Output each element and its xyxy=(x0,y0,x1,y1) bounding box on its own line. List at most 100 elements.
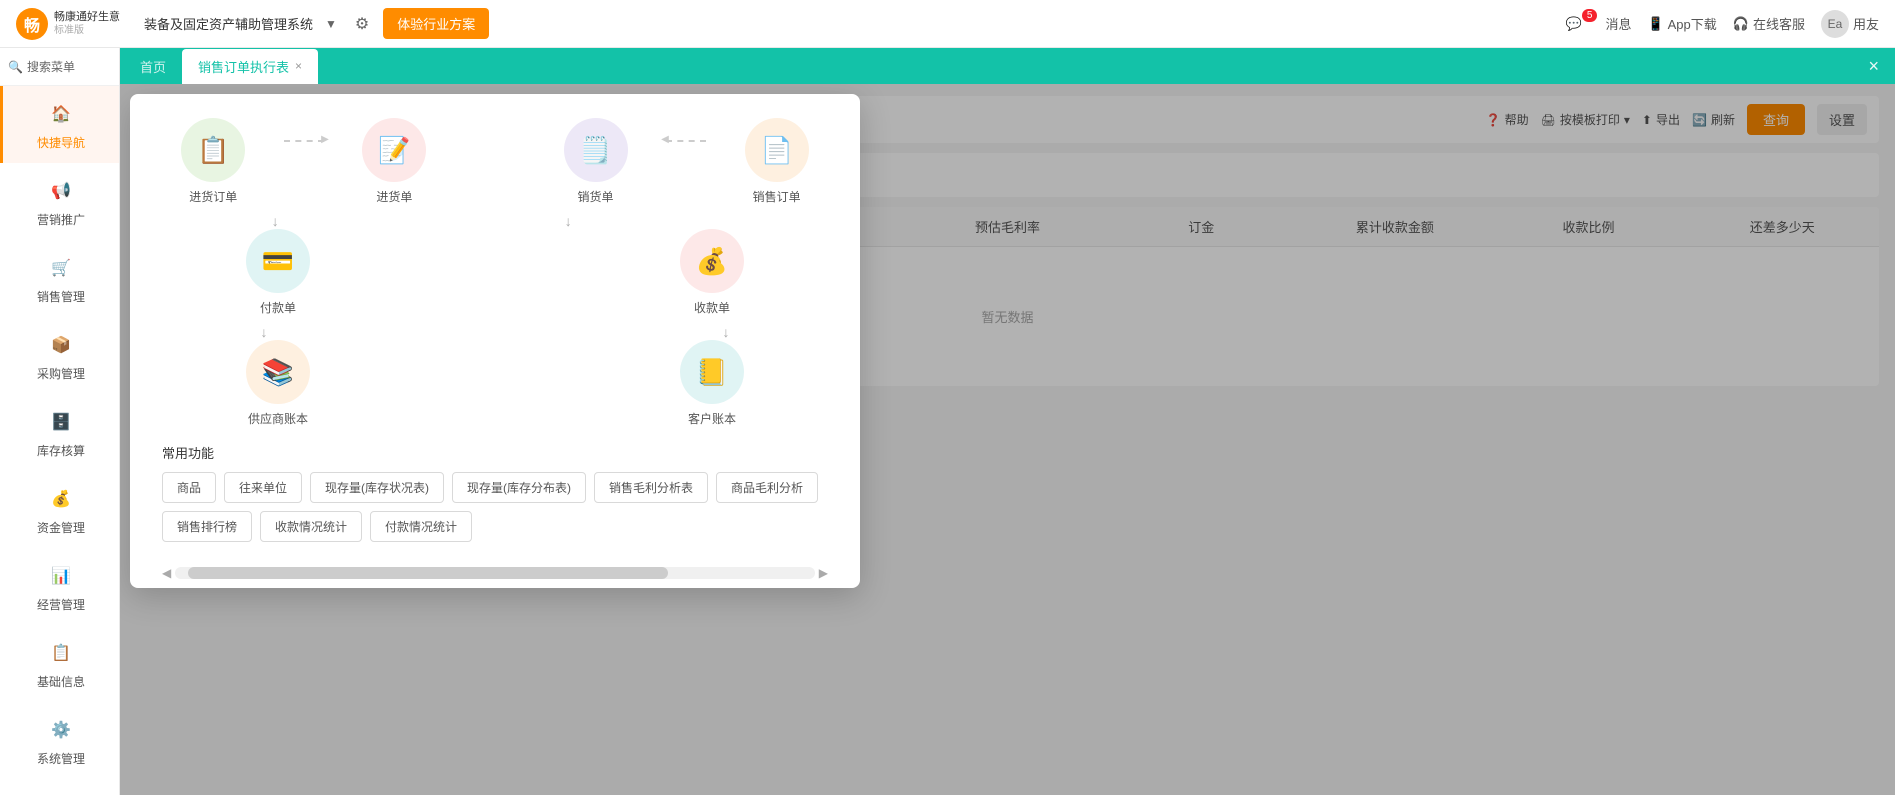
sidebar-item-purchase[interactable]: 📦 采购管理 xyxy=(0,317,119,394)
supplier-ledger-label: 供应商账本 xyxy=(248,410,308,427)
purchase-icon: 📦 xyxy=(45,329,77,361)
sidebar-item-basic-info[interactable]: 📋 基础信息 xyxy=(0,625,119,702)
spacer-down-2 xyxy=(683,213,747,229)
sidebar-item-operations[interactable]: 📊 经营管理 xyxy=(0,548,119,625)
purchase-order-icon: 📋 xyxy=(197,135,229,166)
scroll-left-btn[interactable]: ◀ xyxy=(162,566,171,580)
customer-ledger-label: 客户账本 xyxy=(688,410,736,427)
modal-scrollbar-area: ◀ ▶ xyxy=(130,562,860,588)
cf-btn-receipt-stats[interactable]: 收款情况统计 xyxy=(260,511,362,542)
system-icon: ⚙️ xyxy=(45,714,77,746)
top-header: 畅 畅康通好生意 标准版 装备及固定资产辅助管理系统 ▼ ⚙ 体验行业方案 💬 … xyxy=(0,0,1895,48)
cf-btn-sales-margin[interactable]: 销售毛利分析表 xyxy=(594,472,708,503)
cf-btn-stock-dist[interactable]: 现存量(库存分布表) xyxy=(452,472,586,503)
flow-node-purchase-bill: 📝 进货单 xyxy=(362,118,426,205)
sidebar-item-sales[interactable]: 🛒 销售管理 xyxy=(0,240,119,317)
cf-btn-product[interactable]: 商品 xyxy=(162,472,216,503)
message-icon: 💬 xyxy=(1566,16,1582,32)
avatar: Ea xyxy=(1821,10,1849,38)
arrow-sales-order-to-sales-bill: ◀ xyxy=(666,140,706,142)
payment-bill-label: 付款单 xyxy=(260,299,296,316)
avatar-placeholder: Ea xyxy=(1828,17,1843,31)
cf-row-1: 商品 往来单位 现存量(库存状况表) 现存量(库存分布表) 销售毛利分析表 商品… xyxy=(162,472,828,503)
customer-ledger-icon: 📒 xyxy=(696,357,728,388)
payment-bill-icon: 💳 xyxy=(262,246,294,277)
tab-sales-order[interactable]: 销售订单执行表 × xyxy=(182,49,318,84)
arrow-left-icon: ◀ xyxy=(661,134,669,145)
headset-icon: 🎧 xyxy=(1733,16,1749,32)
scroll-right-btn[interactable]: ▶ xyxy=(819,566,828,580)
purchase-bill-circle: 📝 xyxy=(362,118,426,182)
flow-node-supplier-ledger: 📚 供应商账本 xyxy=(246,340,310,427)
online-service-action[interactable]: 🎧 在线客服 xyxy=(1733,14,1805,33)
spacer-down-1 xyxy=(390,213,454,229)
purchase-bill-label: 进货单 xyxy=(376,188,412,205)
receipt-bill-label: 收款单 xyxy=(694,299,730,316)
inventory-icon: 🗄️ xyxy=(45,406,77,438)
cf-btn-partner[interactable]: 往来单位 xyxy=(224,472,302,503)
flow-node-sales-bill: 🗒️ 销货单 xyxy=(564,118,628,205)
sales-bill-icon: 🗒️ xyxy=(579,135,611,166)
flow-node-sales-order: 📄 销售订单 xyxy=(745,118,809,205)
tab-bar-close-btn[interactable]: × xyxy=(1856,56,1891,77)
flow-node-receipt-bill: 💰 收款单 xyxy=(680,229,744,316)
sales-order-label: 销售订单 xyxy=(753,188,801,205)
phone-icon: 📱 xyxy=(1647,16,1663,32)
cf-btn-stock-status[interactable]: 现存量(库存状况表) xyxy=(310,472,444,503)
down-arrow-receipt: ↓ xyxy=(694,324,758,340)
marketing-icon: 📢 xyxy=(45,175,77,207)
flow-node-payment-bill: 💳 付款单 xyxy=(246,229,310,316)
receipt-bill-icon: 💰 xyxy=(696,246,728,277)
arrow-right-icon: ▶ xyxy=(321,134,329,145)
basic-info-icon: 📋 xyxy=(45,637,77,669)
trial-industry-btn[interactable]: 体验行业方案 xyxy=(383,8,489,39)
modal-box: 📋 进货订单 ▶ xyxy=(130,94,860,588)
sales-order-icon: 📄 xyxy=(760,135,792,166)
scroll-thumb[interactable] xyxy=(188,567,668,579)
down-arrow-purchase-bill: ↓ xyxy=(243,213,307,229)
tab-close-btn[interactable]: × xyxy=(295,59,302,73)
finance-icon: 💰 xyxy=(45,483,77,515)
purchase-order-circle: 📋 xyxy=(181,118,245,182)
flow-node-purchase-order: 📋 进货订单 xyxy=(181,118,245,205)
sidebar-item-enterprise[interactable]: 🤝 企业协同 xyxy=(0,779,119,795)
app-download-action[interactable]: 📱 App下载 xyxy=(1647,14,1716,33)
message-action[interactable]: 💬 5 消息 xyxy=(1566,14,1632,33)
cf-btn-payment-stats[interactable]: 付款情况统计 xyxy=(370,511,472,542)
sales-bill-circle: 🗒️ xyxy=(564,118,628,182)
logo-icon: 畅 xyxy=(16,8,48,40)
logo-text: 畅康通好生意 标准版 xyxy=(54,10,120,37)
flow-node-customer-ledger: 📒 客户账本 xyxy=(680,340,744,427)
tab-home[interactable]: 首页 xyxy=(124,49,182,84)
sidebar-item-finance[interactable]: 💰 资金管理 xyxy=(0,471,119,548)
modal-overlay: 📋 进货订单 ▶ xyxy=(120,84,1895,795)
cf-btn-product-margin[interactable]: 商品毛利分析 xyxy=(716,472,818,503)
system-dropdown-btn[interactable]: ▼ xyxy=(321,15,341,33)
sidebar-item-quick-nav[interactable]: 🏠 快捷导航 xyxy=(0,86,119,163)
supplier-ledger-circle: 📚 xyxy=(246,340,310,404)
sidebar-item-inventory[interactable]: 🗄️ 库存核算 xyxy=(0,394,119,471)
sidebar: 🔍 搜索菜单 🏠 快捷导航 📢 营销推广 🛒 销售管理 📦 采购管理 🗄️ 库存… xyxy=(0,48,120,795)
logo-area: 畅 畅康通好生意 标准版 xyxy=(16,8,136,40)
system-title: 装备及固定资产辅助管理系统 xyxy=(144,14,313,33)
common-functions: 常用功能 商品 往来单位 现存量(库存状况表) 现存量(库存分布表) 销售毛利分… xyxy=(162,443,828,562)
header-right: 💬 5 消息 📱 App下载 🎧 在线客服 Ea 用友 xyxy=(1566,10,1879,38)
cf-row-2: 销售排行榜 收款情况统计 付款情况统计 xyxy=(162,511,828,542)
sidebar-item-marketing[interactable]: 📢 营销推广 xyxy=(0,163,119,240)
sales-bill-label: 销货单 xyxy=(578,188,614,205)
down-arrow-payment: ↓ xyxy=(232,324,296,340)
search-icon: 🔍 xyxy=(8,60,23,74)
enterprise-icon: 🤝 xyxy=(45,791,77,795)
quick-nav-icon: 🏠 xyxy=(45,98,77,130)
modal-content: 📋 进货订单 ▶ xyxy=(130,94,860,562)
spacer-down-3 xyxy=(296,324,694,340)
user-profile-action[interactable]: Ea 用友 xyxy=(1821,10,1879,38)
search-menu[interactable]: 🔍 搜索菜单 xyxy=(0,48,119,86)
main-layout: 🔍 搜索菜单 🏠 快捷导航 📢 营销推广 🛒 销售管理 📦 采购管理 🗄️ 库存… xyxy=(0,48,1895,795)
customer-ledger-circle: 📒 xyxy=(680,340,744,404)
page-content: ❓ 帮助 🖨 按模板打印 ▾ ⬆ 导出 🔄 刷新 查询 设置 xyxy=(120,84,1895,795)
supplier-ledger-icon: 📚 xyxy=(262,357,294,388)
sidebar-item-system[interactable]: ⚙️ 系统管理 xyxy=(0,702,119,779)
cf-btn-sales-rank[interactable]: 销售排行榜 xyxy=(162,511,252,542)
settings-gear-btn[interactable]: ⚙ xyxy=(349,12,375,36)
